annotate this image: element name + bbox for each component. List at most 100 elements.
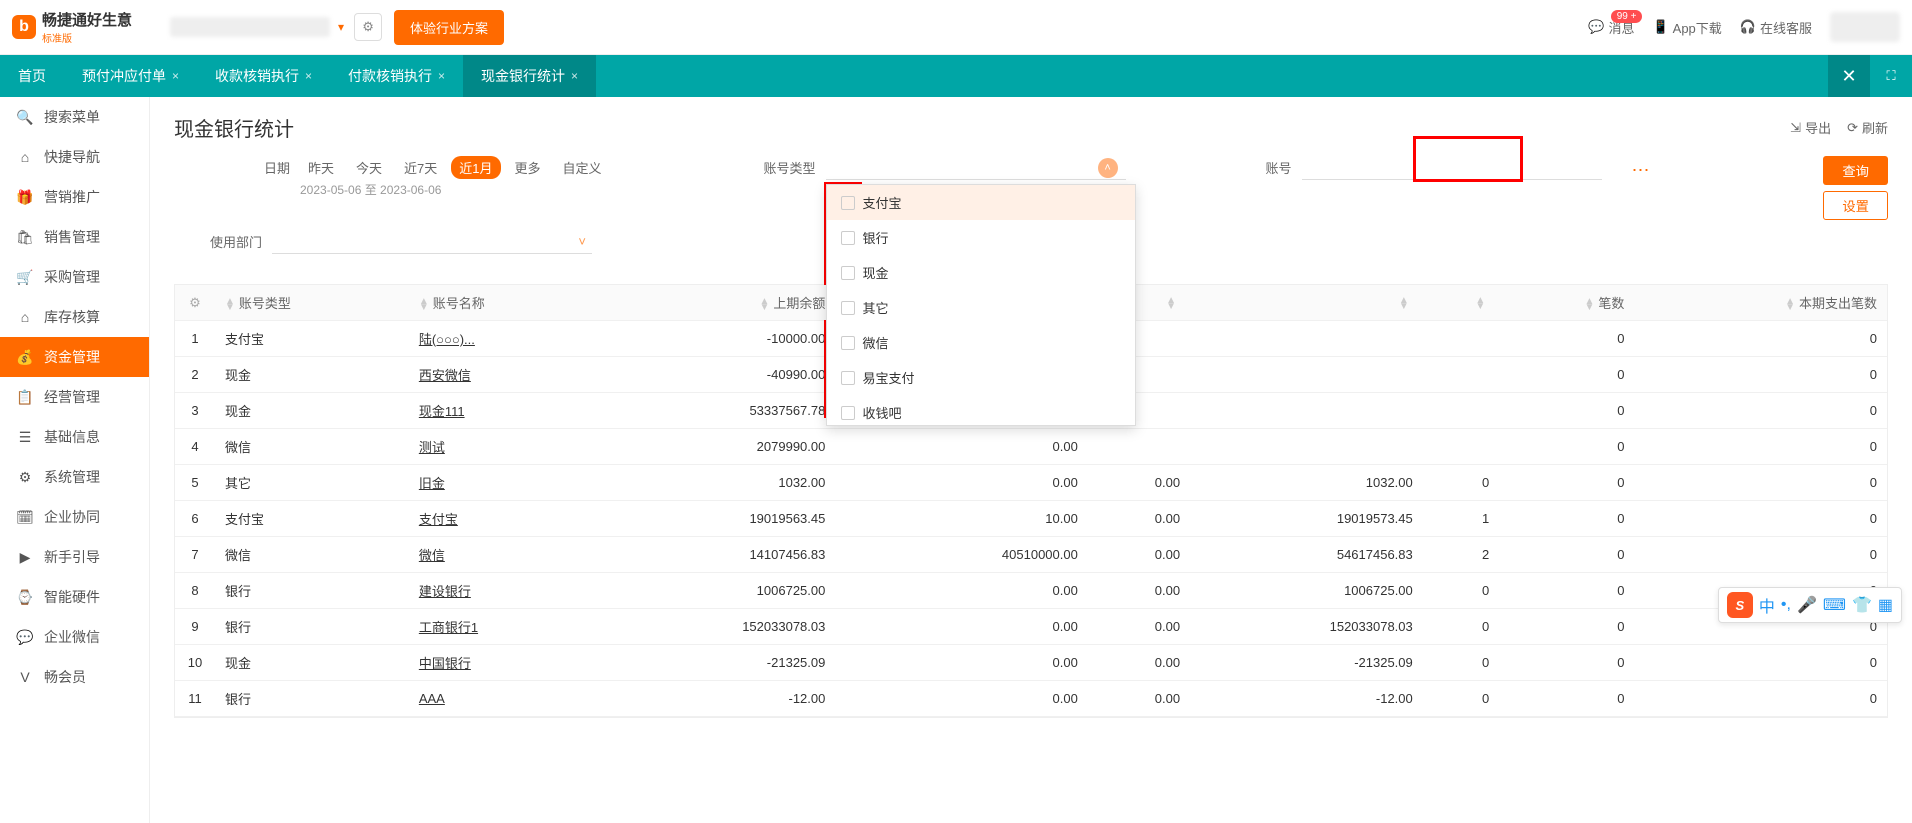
- checkbox-icon[interactable]: [841, 231, 855, 245]
- sidebar-item-10[interactable]: 🗓企业协同: [0, 497, 149, 537]
- sidebar-item-2[interactable]: 🎁营销推广: [0, 177, 149, 217]
- account-name-link[interactable]: 西安微信: [419, 368, 471, 383]
- table-row[interactable]: 4微信测试2079990.000.0000: [175, 429, 1887, 465]
- sort-icon[interactable]: ▲▼: [1166, 298, 1176, 310]
- table-row[interactable]: 5其它旧金1032.000.000.001032.00000: [175, 465, 1887, 501]
- sort-icon[interactable]: ▲▼: [1399, 298, 1409, 310]
- sort-icon[interactable]: ▲▼: [225, 299, 235, 311]
- gear-icon[interactable]: ⚙: [189, 295, 201, 310]
- dropdown-option-4[interactable]: 微信: [827, 325, 1135, 360]
- close-tab-button[interactable]: ✕: [1828, 55, 1870, 97]
- tab-close-icon[interactable]: ×: [172, 69, 179, 83]
- collapse-toggle[interactable]: ˄: [1098, 158, 1118, 178]
- sort-icon[interactable]: ▲▼: [759, 299, 769, 311]
- ime-punct-icon[interactable]: •,: [1781, 596, 1791, 614]
- account-input[interactable]: [1302, 156, 1602, 180]
- tab-2[interactable]: 收款核销执行×: [197, 55, 330, 97]
- tab-close-icon[interactable]: ×: [571, 69, 578, 83]
- checkbox-icon[interactable]: [841, 301, 855, 315]
- ime-mic-icon[interactable]: 🎤: [1797, 595, 1817, 615]
- tab-4[interactable]: 现金银行统计×: [463, 55, 596, 97]
- date-chip-0[interactable]: 昨天: [300, 156, 342, 179]
- column-header-6[interactable]: ▲▼: [1190, 285, 1423, 321]
- refresh-button[interactable]: ⟳刷新: [1847, 118, 1888, 137]
- account-name-link[interactable]: 测试: [419, 440, 445, 455]
- date-chip-1[interactable]: 今天: [348, 156, 390, 179]
- sort-icon[interactable]: ▲▼: [1785, 299, 1795, 311]
- dropdown-option-3[interactable]: 其它: [827, 290, 1135, 325]
- dept-select[interactable]: ˅: [272, 230, 592, 254]
- sidebar-item-6[interactable]: 💰资金管理: [0, 337, 149, 377]
- account-name-link[interactable]: AAA: [419, 691, 445, 706]
- account-name-link[interactable]: 中国银行: [419, 656, 471, 671]
- account-type-input[interactable]: [826, 156, 1126, 180]
- user-avatar[interactable]: [1830, 12, 1900, 42]
- column-header-2[interactable]: ▲▼账号名称: [409, 285, 603, 321]
- account-name-link[interactable]: 微信: [419, 548, 445, 563]
- tab-1[interactable]: 预付冲应付单×: [64, 55, 197, 97]
- account-name-link[interactable]: 现金111: [419, 404, 465, 419]
- query-button[interactable]: 查询: [1823, 156, 1888, 185]
- table-row[interactable]: 8银行建设银行1006725.000.000.001006725.00000: [175, 573, 1887, 609]
- settings-gear-button[interactable]: ⚙: [354, 13, 382, 41]
- export-button[interactable]: ⇲导出: [1790, 118, 1831, 137]
- checkbox-icon[interactable]: [841, 371, 855, 385]
- sidebar-item-13[interactable]: 💬企业微信: [0, 617, 149, 657]
- tab-0[interactable]: 首页: [0, 55, 64, 97]
- checkbox-icon[interactable]: [841, 406, 855, 420]
- checkbox-icon[interactable]: [841, 266, 855, 280]
- filter-settings-button[interactable]: 设置: [1823, 191, 1888, 220]
- account-name-link[interactable]: 旧金: [419, 476, 445, 491]
- experience-button[interactable]: 体验行业方案: [394, 10, 504, 45]
- ime-skin-icon[interactable]: 👕: [1852, 595, 1872, 615]
- sidebar-item-11[interactable]: ▶新手引导: [0, 537, 149, 577]
- fullscreen-button[interactable]: ⛶: [1870, 55, 1912, 97]
- checkbox-icon[interactable]: [841, 196, 855, 210]
- column-header-3[interactable]: ▲▼上期余额: [603, 285, 836, 321]
- table-row[interactable]: 7微信微信14107456.8340510000.000.0054617456.…: [175, 537, 1887, 573]
- table-row[interactable]: 9银行工商银行1152033078.030.000.00152033078.03…: [175, 609, 1887, 645]
- ime-toolbar[interactable]: S 中 •, 🎤 ⌨ 👕 ▦: [1718, 587, 1902, 623]
- column-header-7[interactable]: ▲▼: [1423, 285, 1499, 321]
- account-name-link[interactable]: 工商银行1: [419, 620, 478, 635]
- date-chip-2[interactable]: 近7天: [396, 156, 445, 179]
- sidebar-item-0[interactable]: 🔍搜索菜单: [0, 97, 149, 137]
- company-selector[interactable]: ▾: [170, 17, 344, 37]
- column-header-1[interactable]: ▲▼账号类型: [215, 285, 409, 321]
- date-chip-3[interactable]: 近1月: [451, 156, 500, 179]
- column-header-9[interactable]: ▲▼本期支出笔数: [1634, 285, 1887, 321]
- sidebar-item-14[interactable]: V畅会员: [0, 657, 149, 697]
- account-name-link[interactable]: 支付宝: [419, 512, 458, 527]
- sort-icon[interactable]: ▲▼: [1585, 299, 1595, 311]
- dropdown-option-6[interactable]: 收钱吧: [827, 395, 1135, 425]
- sort-icon[interactable]: ▲▼: [419, 299, 429, 311]
- account-name-link[interactable]: 建设银行: [419, 584, 471, 599]
- ime-lang[interactable]: 中: [1759, 593, 1775, 617]
- sidebar-item-3[interactable]: 🛍销售管理: [0, 217, 149, 257]
- date-chip-4[interactable]: 更多: [507, 156, 549, 179]
- ime-keyboard-icon[interactable]: ⌨: [1823, 595, 1846, 615]
- more-filters-button[interactable]: ⋯: [1632, 160, 1652, 181]
- sidebar-item-7[interactable]: 📋经营管理: [0, 377, 149, 417]
- column-header-8[interactable]: ▲▼笔数: [1499, 285, 1634, 321]
- date-chip-5[interactable]: 自定义: [555, 156, 610, 179]
- table-row[interactable]: 11银行AAA-12.000.000.00-12.00000: [175, 681, 1887, 717]
- account-name-link[interactable]: 陆(○○○)...: [419, 332, 475, 347]
- tab-close-icon[interactable]: ×: [305, 69, 312, 83]
- checkbox-icon[interactable]: [841, 336, 855, 350]
- table-row[interactable]: 10现金中国银行-21325.090.000.00-21325.09000: [175, 645, 1887, 681]
- app-download-link[interactable]: 📱 App下载: [1652, 18, 1721, 37]
- column-header-0[interactable]: ⚙: [175, 285, 215, 321]
- sort-icon[interactable]: ▲▼: [1475, 298, 1485, 310]
- dropdown-option-0[interactable]: 支付宝: [827, 185, 1135, 220]
- sidebar-item-4[interactable]: 🛒采购管理: [0, 257, 149, 297]
- sidebar-item-12[interactable]: ⌚智能硬件: [0, 577, 149, 617]
- table-row[interactable]: 6支付宝支付宝19019563.4510.000.0019019573.4510…: [175, 501, 1887, 537]
- sidebar-item-9[interactable]: ⚙系统管理: [0, 457, 149, 497]
- dropdown-option-5[interactable]: 易宝支付: [827, 360, 1135, 395]
- dropdown-option-1[interactable]: 银行: [827, 220, 1135, 255]
- messages-link[interactable]: 💬 消息 99 +: [1588, 18, 1634, 37]
- ime-toolbox-icon[interactable]: ▦: [1878, 595, 1893, 615]
- sidebar-item-1[interactable]: ⌂快捷导航: [0, 137, 149, 177]
- tab-3[interactable]: 付款核销执行×: [330, 55, 463, 97]
